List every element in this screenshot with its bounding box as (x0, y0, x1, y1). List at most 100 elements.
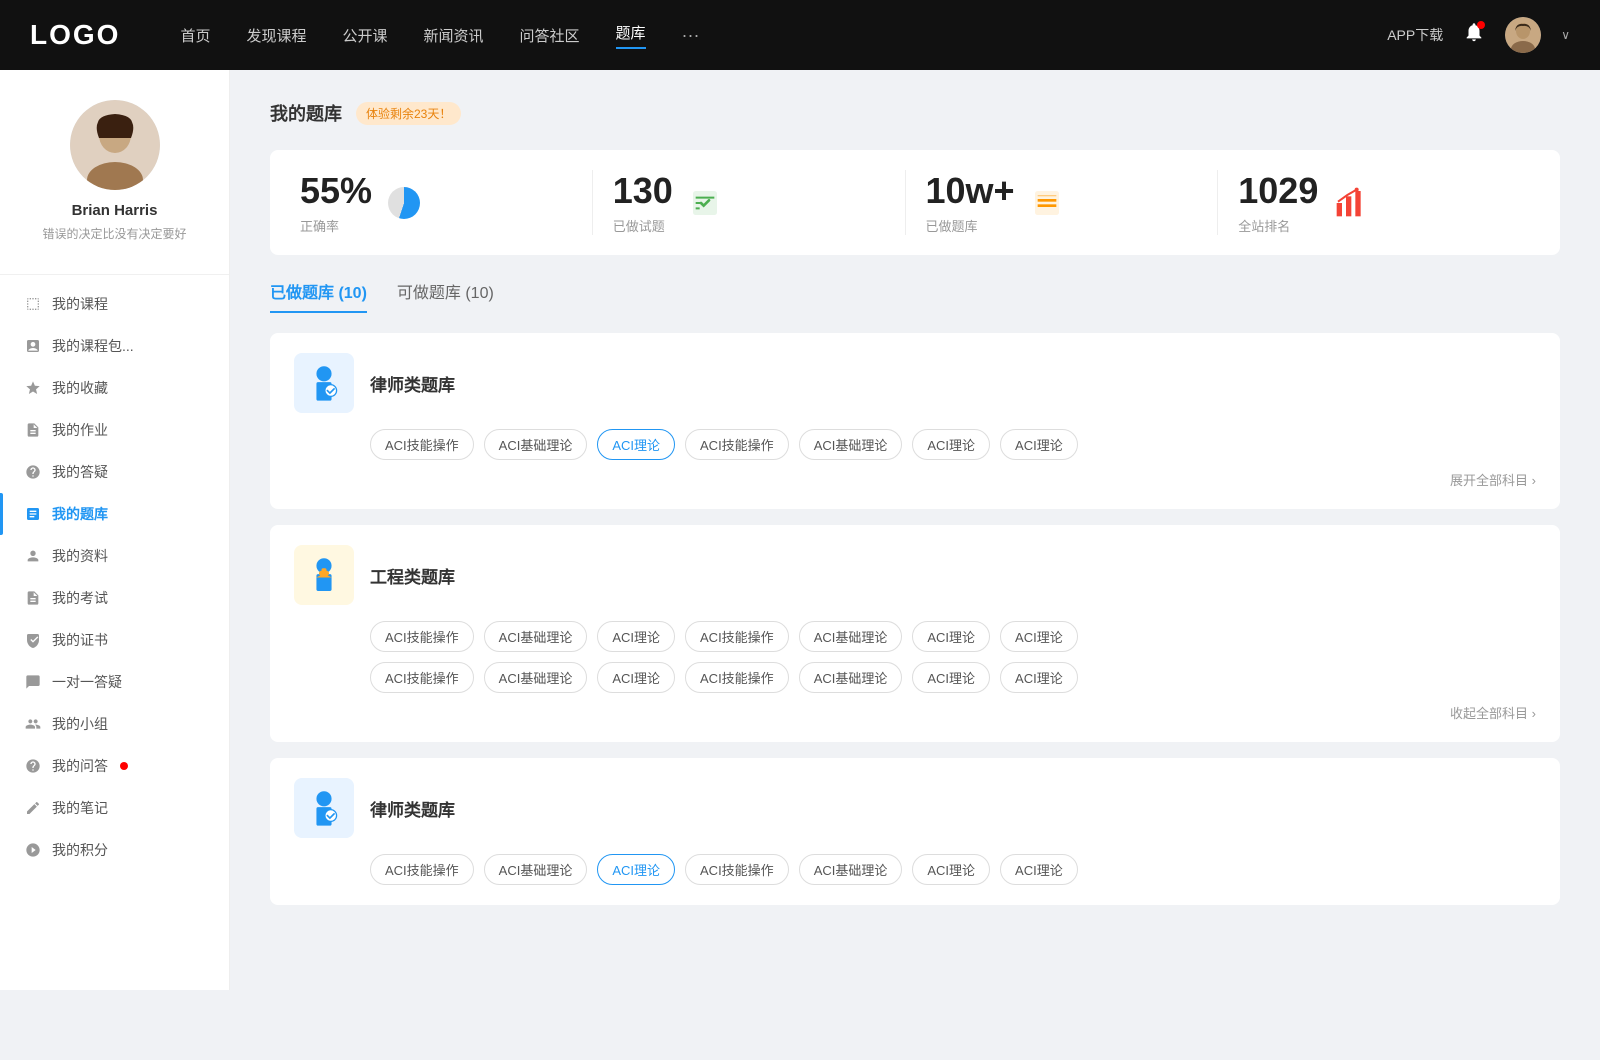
nav-home[interactable]: 首页 (180, 25, 210, 46)
logo[interactable]: LOGO (30, 19, 120, 51)
nav-news[interactable]: 新闻资讯 (424, 25, 484, 46)
tabs-row: 已做题库 (10) 可做题库 (10) (270, 279, 1560, 313)
tag[interactable]: ACI技能操作 (685, 662, 789, 693)
qbank-card-header-lawyer-1: 律师类题库 (294, 353, 1536, 413)
tag[interactable]: ACI技能操作 (685, 429, 789, 460)
sidebar-label-question-bank: 我的题库 (52, 504, 108, 524)
trial-badge: 体验剩余23天！ (356, 102, 461, 125)
notification-bell[interactable] (1463, 21, 1485, 49)
qbank-card-header-lawyer-2: 律师类题库 (294, 778, 1536, 838)
tag[interactable]: ACI技能操作 (685, 621, 789, 652)
tag[interactable]: ACI理论 (1000, 429, 1078, 460)
done-questions-label: 已做试题 (613, 216, 673, 235)
accuracy-label: 正确率 (300, 216, 372, 235)
tag[interactable]: ACI理论 (1000, 854, 1078, 885)
tag[interactable]: ACI理论 (1000, 621, 1078, 652)
sidebar-item-certificates[interactable]: 我的证书 (0, 619, 229, 661)
stats-row: 55% 正确率 130 已做试题 (270, 150, 1560, 255)
done-banks-value: 10w+ (926, 170, 1015, 212)
tag[interactable]: ACI理论 (912, 854, 990, 885)
accuracy-value: 55% (300, 170, 372, 212)
sidebar-item-favorites[interactable]: 我的收藏 (0, 367, 229, 409)
expand-link-lawyer-1[interactable]: 展开全部科目 › (294, 470, 1536, 489)
tag[interactable]: ACI技能操作 (370, 429, 474, 460)
sidebar-label-exams: 我的考试 (52, 588, 108, 608)
tag[interactable]: ACI理论 (912, 621, 990, 652)
sidebar-item-profile[interactable]: 我的资料 (0, 535, 229, 577)
rank-value: 1029 (1238, 170, 1318, 212)
sidebar-item-homework[interactable]: 我的作业 (0, 409, 229, 451)
qbank-title-engineering: 工程类题库 (370, 563, 455, 588)
page-header: 我的题库 体验剩余23天！ (270, 100, 1560, 126)
tag-row-engineering-2: ACI技能操作 ACI基础理论 ACI理论 ACI技能操作 ACI基础理论 AC… (294, 662, 1536, 693)
tag[interactable]: ACI基础理论 (799, 854, 903, 885)
sidebar-label-one-on-one: 一对一答疑 (52, 672, 122, 692)
rank-label: 全站排名 (1238, 216, 1318, 235)
sidebar-item-question-bank[interactable]: 我的题库 (0, 493, 229, 535)
favorites-icon (24, 379, 42, 397)
tag[interactable]: ACI基础理论 (484, 429, 588, 460)
tag[interactable]: ACI基础理论 (799, 662, 903, 693)
navbar-right: APP下载 ∨ (1387, 17, 1570, 53)
tag[interactable]: ACI基础理论 (484, 854, 588, 885)
sidebar-item-one-on-one[interactable]: 一对一答疑 (0, 661, 229, 703)
tag[interactable]: ACI基础理论 (799, 621, 903, 652)
nav-qbank[interactable]: 题库 (616, 22, 646, 49)
exams-icon (24, 589, 42, 607)
app-download-link[interactable]: APP下载 (1387, 25, 1443, 45)
sidebar-profile: Brian Harris 错误的决定比没有决定要好 (0, 100, 229, 266)
nav-more[interactable]: ··· (682, 25, 700, 46)
tag-active[interactable]: ACI理论 (597, 429, 675, 460)
sidebar-item-group[interactable]: 我的小组 (0, 703, 229, 745)
sidebar-username: Brian Harris (72, 202, 158, 219)
group-icon (24, 715, 42, 733)
tag[interactable]: ACI技能操作 (370, 621, 474, 652)
tag[interactable]: ACI理论 (912, 662, 990, 693)
done-questions-icon (687, 185, 723, 221)
pie-chart (388, 187, 420, 219)
sidebar-item-points[interactable]: 我的积分 (0, 829, 229, 871)
qbank-card-header-engineering: 工程类题库 (294, 545, 1536, 605)
tag[interactable]: ACI基础理论 (799, 429, 903, 460)
user-menu-chevron[interactable]: ∨ (1561, 28, 1570, 42)
nav-qa[interactable]: 问答社区 (520, 25, 580, 46)
tag[interactable]: ACI基础理论 (484, 621, 588, 652)
sidebar-item-my-questions[interactable]: 我的答疑 (0, 451, 229, 493)
sidebar-label-notes: 我的笔记 (52, 798, 108, 818)
tab-done[interactable]: 已做题库 (10) (270, 279, 367, 313)
nav-discover[interactable]: 发现课程 (246, 25, 306, 46)
notes-icon (24, 799, 42, 817)
sidebar-item-courses[interactable]: 我的课程 (0, 283, 229, 325)
done-questions-value: 130 (613, 170, 673, 212)
nav-opencourse[interactable]: 公开课 (342, 25, 387, 46)
done-banks-label: 已做题库 (926, 216, 1015, 235)
tag[interactable]: ACI基础理论 (484, 662, 588, 693)
tag[interactable]: ACI理论 (597, 662, 675, 693)
sidebar-item-exams[interactable]: 我的考试 (0, 577, 229, 619)
sidebar-label-points: 我的积分 (52, 840, 108, 860)
tag[interactable]: ACI理论 (597, 621, 675, 652)
sidebar-item-notes[interactable]: 我的笔记 (0, 787, 229, 829)
qbank-card-lawyer-1: 律师类题库 ACI技能操作 ACI基础理论 ACI理论 ACI技能操作 ACI基… (270, 333, 1560, 509)
engineer-icon (294, 545, 354, 605)
tag[interactable]: ACI技能操作 (685, 854, 789, 885)
profile-icon (24, 547, 42, 565)
tag-active[interactable]: ACI理论 (597, 854, 675, 885)
stat-done-banks: 10w+ 已做题库 (906, 170, 1219, 235)
tag-row-lawyer-1: ACI技能操作 ACI基础理论 ACI理论 ACI技能操作 ACI基础理论 AC… (294, 429, 1536, 460)
expand-link-engineering[interactable]: 收起全部科目 › (294, 703, 1536, 722)
tag[interactable]: ACI技能操作 (370, 854, 474, 885)
tag[interactable]: ACI理论 (912, 429, 990, 460)
main-content: 我的题库 体验剩余23天！ 55% 正确率 130 已做试题 (230, 70, 1600, 990)
tag[interactable]: ACI技能操作 (370, 662, 474, 693)
sidebar-item-course-packages[interactable]: 我的课程包... (0, 325, 229, 367)
tag[interactable]: ACI理论 (1000, 662, 1078, 693)
qbank-title-lawyer-2: 律师类题库 (370, 796, 455, 821)
my-qa-icon (24, 757, 42, 775)
avatar[interactable] (1505, 17, 1541, 53)
sidebar-item-my-qa[interactable]: 我的问答 (0, 745, 229, 787)
course-packages-icon (24, 337, 42, 355)
sidebar: Brian Harris 错误的决定比没有决定要好 我的课程 我的课程包... (0, 70, 230, 990)
sidebar-label-favorites: 我的收藏 (52, 378, 108, 398)
tab-todo[interactable]: 可做题库 (10) (397, 279, 494, 313)
